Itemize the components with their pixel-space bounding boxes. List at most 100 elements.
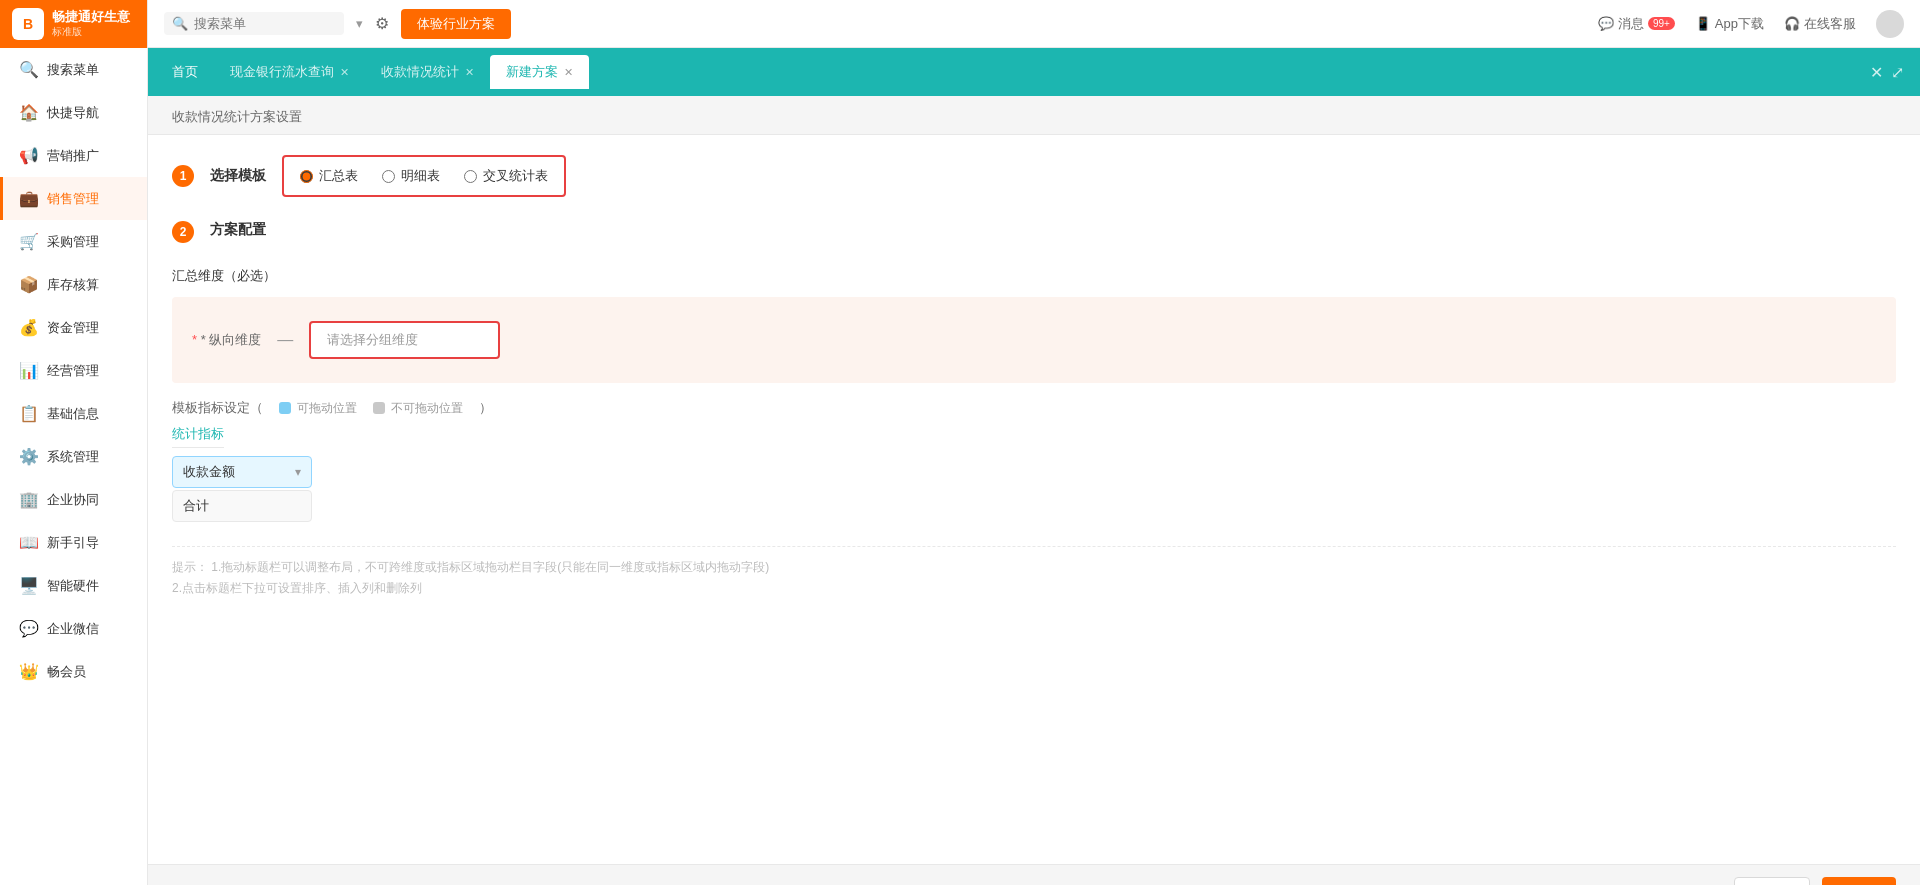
tab-newplan-label: 新建方案	[506, 63, 558, 81]
tabbar-right: ✕ ⤢	[1870, 63, 1912, 82]
radio-summary[interactable]: 汇总表	[300, 167, 358, 185]
content-area: 收款情况统计方案设置 1 选择模板 汇总表 明细表	[148, 96, 1920, 885]
marketing-icon: 📢	[19, 146, 39, 165]
cancel-button[interactable]: 取消	[1734, 877, 1810, 886]
indicators-cards-area: 统计指标 收款金额 ▾ 合计	[172, 425, 1896, 522]
tab-cashflow-close-icon[interactable]: ✕	[340, 66, 349, 79]
dim-arrow-icon: —	[277, 331, 293, 349]
radio-summary-input[interactable]	[300, 170, 313, 183]
app-download-btn[interactable]: 📱 App下载	[1695, 15, 1764, 33]
radio-detail-input[interactable]	[382, 170, 395, 183]
tab-cashflow[interactable]: 现金银行流水查询 ✕	[214, 55, 365, 89]
content-inner: 1 选择模板 汇总表 明细表 交叉统计表	[148, 135, 1920, 864]
sidebar-item-hardware[interactable]: 🖥️ 智能硬件	[0, 564, 147, 607]
sales-icon: 💼	[19, 189, 39, 208]
wechat-icon: 💬	[19, 619, 39, 638]
sidebar-label-basics: 基础信息	[47, 405, 99, 423]
settings-gear-icon[interactable]: ⚙	[375, 14, 389, 33]
online-service-label: 在线客服	[1804, 15, 1856, 33]
sidebar-label-finance: 资金管理	[47, 319, 99, 337]
trial-button[interactable]: 体验行业方案	[401, 9, 511, 39]
radio-crosstab-label: 交叉统计表	[483, 167, 548, 185]
sidebar-item-system[interactable]: ⚙️ 系统管理	[0, 435, 147, 478]
page-title-bar: 收款情况统计方案设置	[148, 96, 1920, 135]
logo-badge: 标准版	[52, 25, 130, 39]
tab-cashflow-label: 现金银行流水查询	[230, 63, 334, 81]
sidebar-item-purchase[interactable]: 🛒 采购管理	[0, 220, 147, 263]
tab-newplan[interactable]: 新建方案 ✕	[490, 55, 589, 89]
tab-close-all-icon[interactable]: ✕	[1870, 63, 1883, 82]
search-icon-top: 🔍	[172, 16, 188, 31]
hardware-icon: 🖥️	[19, 576, 39, 595]
radio-detail-label: 明细表	[401, 167, 440, 185]
footer-buttons: 取消 查询	[1734, 877, 1896, 886]
system-icon: ⚙️	[19, 447, 39, 466]
fixed-label: 不可拖动位置	[373, 400, 463, 417]
dimension-area: * * 纵向维度 — 请选择分组维度	[172, 297, 1896, 383]
message-label: 消息	[1618, 15, 1644, 33]
indicator-card-amount[interactable]: 收款金额 ▾	[172, 456, 312, 488]
tip1: 提示： 1.拖动标题栏可以调整布局，不可跨维度或指标区域拖动栏目字段(只能在同一…	[172, 559, 1896, 576]
tabbar: 首页 现金银行流水查询 ✕ 收款情况统计 ✕ 新建方案 ✕ ✕ ⤢	[148, 48, 1920, 96]
logo-text-block: 畅捷通好生意 标准版	[52, 9, 130, 39]
radio-crosstab[interactable]: 交叉统计表	[464, 167, 548, 185]
sidebar-item-inventory[interactable]: 📦 库存核算	[0, 263, 147, 306]
app-download-label: App下载	[1715, 15, 1764, 33]
tips-section: 提示： 1.拖动标题栏可以调整布局，不可跨维度或指标区域拖动栏目字段(只能在同一…	[172, 546, 1896, 597]
basics-icon: 📋	[19, 404, 39, 423]
sidebar-item-sales[interactable]: 💼 销售管理	[0, 177, 147, 220]
service-icon: 🎧	[1784, 16, 1800, 31]
sidebar-label-system: 系统管理	[47, 448, 99, 466]
message-btn[interactable]: 💬 消息 99+	[1598, 15, 1675, 33]
summary-dim-title: 汇总维度（必选）	[172, 267, 1896, 285]
search-chevron-icon[interactable]: ▾	[356, 16, 363, 31]
sidebar-label-member: 畅会员	[47, 663, 86, 681]
phone-icon: 📱	[1695, 16, 1711, 31]
indicators-title-close: ）	[479, 399, 492, 417]
indicators-title-text: 模板指标设定（	[172, 399, 263, 417]
tab-collection-close-icon[interactable]: ✕	[465, 66, 474, 79]
sidebar-item-member[interactable]: 👑 畅会员	[0, 650, 147, 693]
fixed-text: 不可拖动位置	[391, 400, 463, 417]
tab-home[interactable]: 首页	[156, 55, 214, 89]
dim-selector[interactable]: 请选择分组维度	[309, 321, 500, 359]
sidebar-label-inventory: 库存核算	[47, 276, 99, 294]
template-selection: 汇总表 明细表 交叉统计表	[282, 155, 566, 197]
search-input[interactable]	[194, 16, 334, 31]
indicator-subtotal: 合计	[172, 490, 312, 522]
online-service-btn[interactable]: 🎧 在线客服	[1784, 15, 1856, 33]
search-box[interactable]: 🔍	[164, 12, 344, 35]
sidebar-label-wechat: 企业微信	[47, 620, 99, 638]
member-icon: 👑	[19, 662, 39, 681]
sidebar-item-finance[interactable]: 💰 资金管理	[0, 306, 147, 349]
sidebar-item-operations[interactable]: 📊 经营管理	[0, 349, 147, 392]
tab-newplan-close-icon[interactable]: ✕	[564, 66, 573, 79]
sidebar-logo: B 畅捷通好生意 标准版	[0, 0, 147, 48]
query-button[interactable]: 查询	[1822, 877, 1896, 886]
sidebar-item-collab[interactable]: 🏢 企业协同	[0, 478, 147, 521]
config-section: 汇总维度（必选） * * 纵向维度 — 请选择分组维度	[172, 267, 1896, 597]
user-avatar[interactable]	[1876, 10, 1904, 38]
sidebar-item-marketing[interactable]: 📢 营销推广	[0, 134, 147, 177]
required-star: *	[192, 332, 197, 347]
step1-label: 选择模板	[210, 167, 266, 185]
sidebar-label-quicknav: 快捷导航	[47, 104, 99, 122]
sidebar-item-guide[interactable]: 📖 新手引导	[0, 521, 147, 564]
sidebar-label-collab: 企业协同	[47, 491, 99, 509]
collab-icon: 🏢	[19, 490, 39, 509]
sidebar-item-search[interactable]: 🔍 搜索菜单	[0, 48, 147, 91]
indicators-header: 模板指标设定（ 可拖动位置 不可拖动位置 ）	[172, 399, 1896, 417]
tip2: 2.点击标题栏下拉可设置排序、插入列和删除列	[172, 580, 1896, 597]
main-area: 🔍 ▾ ⚙ 体验行业方案 💬 消息 99+ 📱 App下载 🎧 在线客服	[148, 0, 1920, 885]
radio-detail[interactable]: 明细表	[382, 167, 440, 185]
indicator-dropdown-icon[interactable]: ▾	[295, 465, 301, 479]
sidebar-label-guide: 新手引导	[47, 534, 99, 552]
message-badge: 99+	[1648, 17, 1675, 30]
logo-icon: B	[12, 8, 44, 40]
sidebar-item-quicknav[interactable]: 🏠 快捷导航	[0, 91, 147, 134]
tab-collection[interactable]: 收款情况统计 ✕	[365, 55, 490, 89]
sidebar-item-wechat[interactable]: 💬 企业微信	[0, 607, 147, 650]
radio-crosstab-input[interactable]	[464, 170, 477, 183]
tab-maximize-icon[interactable]: ⤢	[1891, 63, 1904, 82]
sidebar-item-basics[interactable]: 📋 基础信息	[0, 392, 147, 435]
